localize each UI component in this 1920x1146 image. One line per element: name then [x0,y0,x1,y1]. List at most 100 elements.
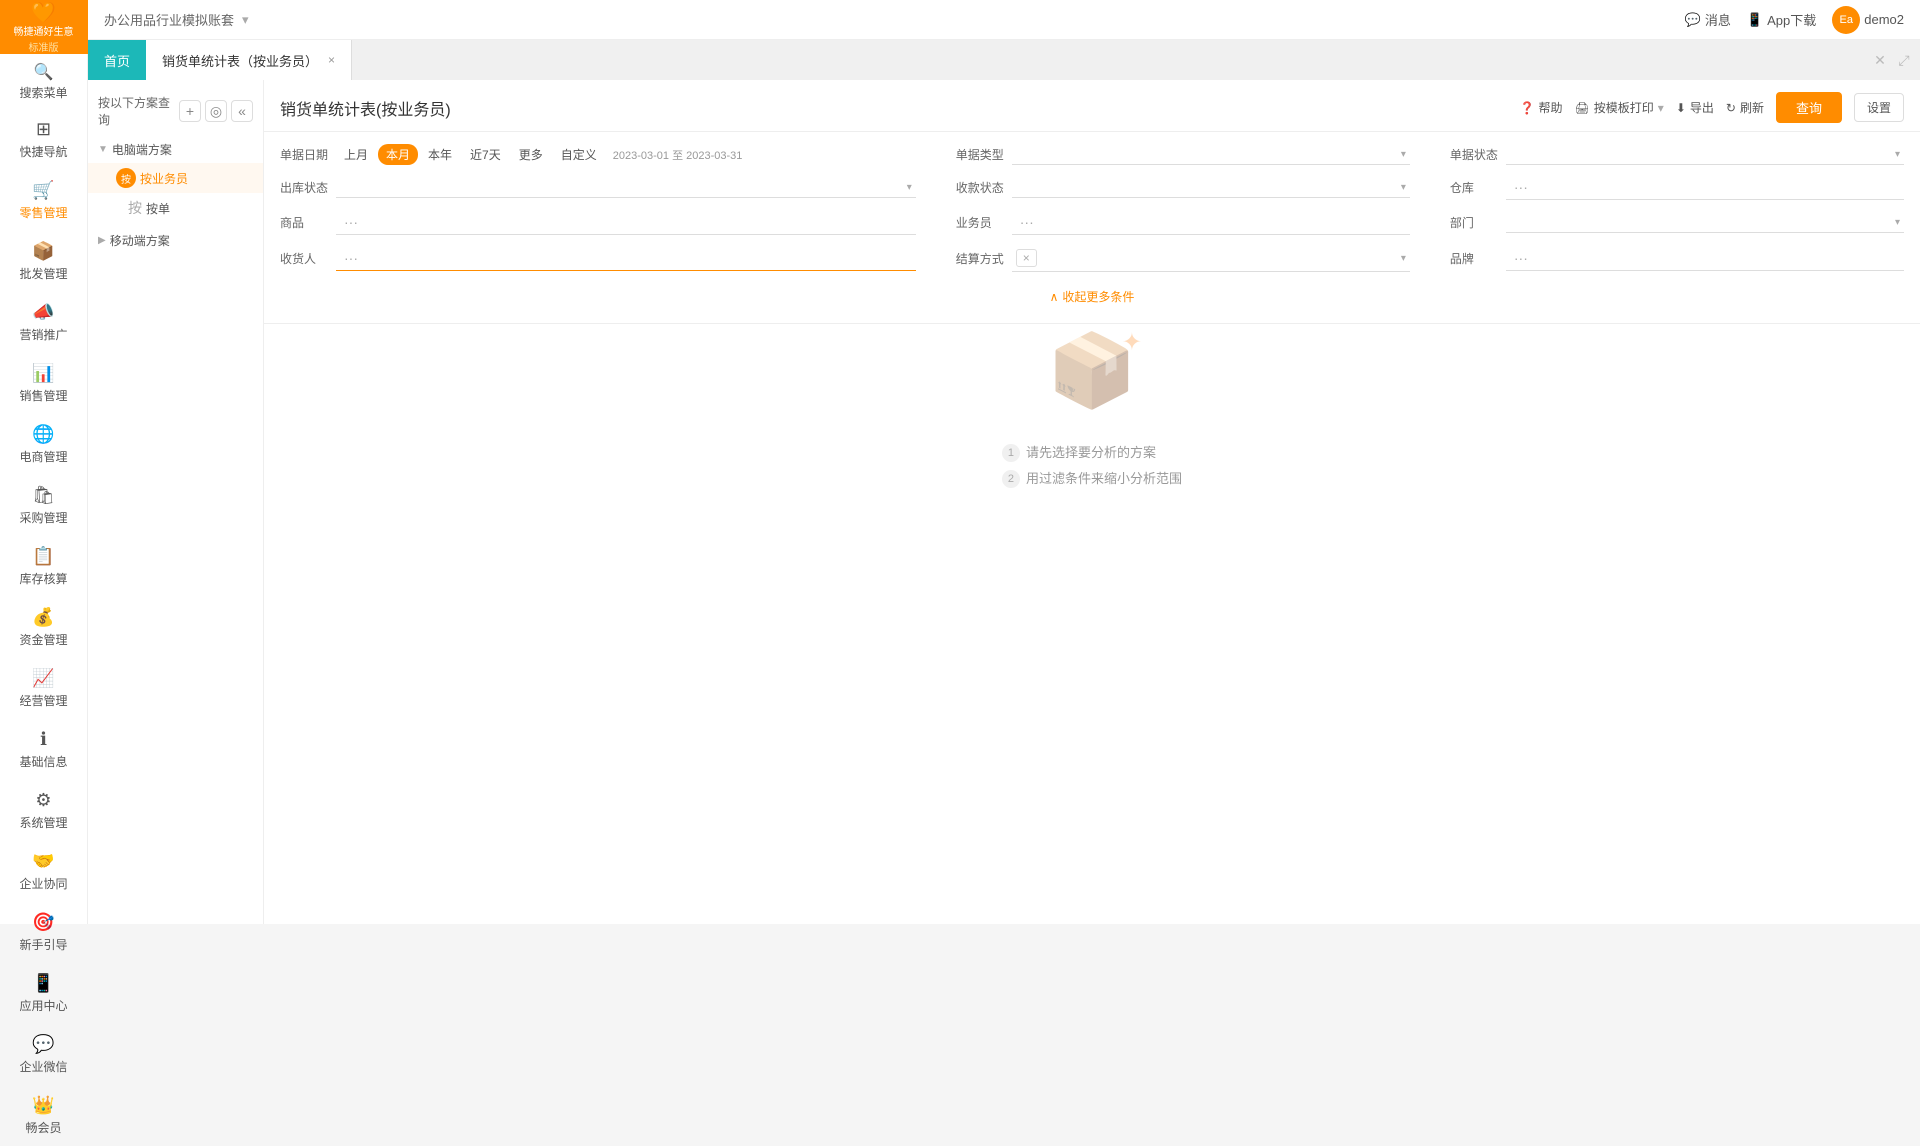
window-maximize-button[interactable]: ⤢ [1896,52,1912,68]
search-icon: 🔍 [34,62,54,82]
product-control[interactable]: ··· [336,210,916,235]
date-tab-this-year[interactable]: 本年 [420,144,460,165]
warehouse-dots[interactable]: ··· [1510,179,1532,195]
doc-type-control[interactable]: ▾ [1012,145,1410,165]
tab-active[interactable]: 销货单统计表（按业务员） × [146,40,352,80]
sidebar-item-system[interactable]: ⚙ 系统管理 [0,780,88,841]
sidebar-item-enterprise-wechat[interactable]: 💬 企业微信 [0,1024,88,1085]
sidebar-item-member[interactable]: 👑 畅会员 [0,1085,88,1146]
department-control[interactable]: ▾ [1506,213,1904,233]
date-tab-7days[interactable]: 近7天 [462,144,509,165]
empty-tips: 1 请先选择要分析的方案 2 用过滤条件来缩小分析范围 [1002,440,1182,492]
sidebar-item-basic[interactable]: ℹ 基础信息 [0,719,88,780]
basic-icon: ℹ [40,729,47,750]
sidebar-item-operations[interactable]: 📈 经营管理 [0,658,88,719]
salesperson-select[interactable]: ··· [1012,210,1410,235]
department-label: 部门 [1450,214,1506,231]
tab-home[interactable]: 首页 [88,40,146,80]
filter-section: 单据日期 上月 本月 本年 近7天 更多 自定义 [264,132,1920,324]
sales-icon: 📊 [32,363,54,384]
template-print-button[interactable]: 🖨 按模板打印 ▾ [1575,99,1664,116]
print-icon: 🖨 [1575,101,1590,115]
tree-child-salesperson[interactable]: 按 按业务员 [88,163,263,193]
salesperson-dots[interactable]: ··· [1016,214,1038,230]
print-dropdown-arrow: ▾ [1658,101,1664,115]
export-button[interactable]: ⬇ 导出 [1676,99,1714,116]
product-dots[interactable]: ··· [340,214,362,230]
tree-sub-order[interactable]: 按 按单 [88,193,263,223]
sidebar-item-label: 营销推广 [19,326,67,343]
sidebar-item-sales[interactable]: 📊 销售管理 [0,353,88,414]
sidebar-item-app-center[interactable]: 📱 应用中心 [0,963,88,1024]
warehouse-control[interactable]: ··· [1506,175,1904,200]
settlement-tag-close[interactable]: × [1023,251,1030,265]
sidebar-item-inventory[interactable]: 📋 库存核算 [0,536,88,597]
sidebar-item-marketing[interactable]: 📣 营销推广 [0,292,88,353]
tree-desktop-parent[interactable]: ▼ 电脑端方案 [88,136,263,163]
consignee-dots[interactable]: ··· [340,250,362,266]
help-icon: ❓ [1520,101,1535,115]
retail-icon: 🛒 [32,180,54,201]
settlement-label: 结算方式 [956,250,1012,267]
out-status-select[interactable]: ▾ [336,178,916,198]
settings-scheme-button[interactable]: ◎ [205,100,227,122]
tab-close-button[interactable]: × [328,53,335,67]
date-tab-this-month[interactable]: 本月 [378,144,418,165]
payment-status-control[interactable]: ▾ [1012,178,1410,198]
filter-settlement: 结算方式 × ▾ [956,245,1410,272]
out-status-control[interactable]: ▾ [336,178,916,198]
tree-mobile-parent[interactable]: ▶ 移动端方案 [88,227,263,254]
doc-status-select[interactable]: ▾ [1506,145,1904,165]
sidebar-item-ecommerce[interactable]: 🌐 电商管理 [0,414,88,475]
warehouse-select[interactable]: ··· [1506,175,1904,200]
sidebar-item-newbie[interactable]: 🎯 新手引导 [0,902,88,963]
message-icon: 💬 [1685,12,1701,28]
newbie-icon: 🎯 [32,912,54,933]
payment-status-select[interactable]: ▾ [1012,178,1410,198]
date-tab-custom[interactable]: 自定义 [553,144,605,165]
brand-control[interactable]: ··· [1506,246,1904,271]
app-download-button[interactable]: 📱 App下载 [1747,10,1816,29]
header-dropdown-arrow[interactable]: ▾ [242,12,249,28]
sidebar-item-finance[interactable]: 💰 资金管理 [0,597,88,658]
doc-status-control[interactable]: ▾ [1506,145,1904,165]
add-scheme-button[interactable]: + [179,100,201,122]
filter-row-1: 单据日期 上月 本月 本年 近7天 更多 自定义 [280,144,1904,165]
sidebar-logo: 🧡 畅捷通好生意 标准版 [0,0,88,54]
help-button[interactable]: ❓ 帮助 [1520,99,1563,116]
refresh-button[interactable]: ↻ 刷新 [1726,99,1764,116]
collapse-bar[interactable]: ∧ 收起更多条件 [280,282,1904,311]
sidebar-item-wholesale[interactable]: 📦 批发管理 [0,231,88,292]
doc-type-select[interactable]: ▾ [1012,145,1410,165]
sidebar-item-purchase[interactable]: 🛍 采购管理 [0,475,88,536]
date-picker-group: 上月 本月 本年 近7天 更多 自定义 2023-03-01 至 2023-03… [336,144,916,165]
sidebar-item-quick-nav[interactable]: ⊞ 快捷导航 [0,109,88,170]
settlement-select[interactable]: × ▾ [1012,245,1410,272]
consignee-select[interactable]: ··· [336,246,916,271]
brand-select[interactable]: ··· [1506,246,1904,271]
department-select[interactable]: ▾ [1506,213,1904,233]
settlement-control[interactable]: × ▾ [1012,245,1410,272]
settings-button[interactable]: 设置 [1854,93,1904,122]
filter-consignee: 收货人 ··· [280,246,916,271]
product-select[interactable]: ··· [336,210,916,235]
message-button[interactable]: 💬 消息 [1685,10,1731,29]
sidebar-item-enterprise[interactable]: 🤝 企业协同 [0,841,88,902]
sidebar-item-label: 批发管理 [19,265,67,282]
avatar: Ea [1832,6,1860,34]
refresh-label: 刷新 [1740,99,1764,116]
brand-dots[interactable]: ··· [1510,250,1532,266]
sidebar-search[interactable]: 🔍 搜索菜单 [19,54,67,109]
filter-row-3: 商品 ··· 业务员 [280,210,1904,235]
date-tab-last-month[interactable]: 上月 [336,144,376,165]
collapse-panel-button[interactable]: « [231,100,253,122]
salesperson-control[interactable]: ··· [1012,210,1410,235]
window-close-button[interactable]: ✕ [1872,52,1888,68]
sidebar-item-label: 系统管理 [19,814,67,831]
date-tab-more[interactable]: 更多 [511,144,551,165]
query-button[interactable]: 查询 [1776,92,1842,123]
logo-icon: 🧡 [31,0,56,25]
user-profile[interactable]: Ea demo2 [1832,6,1904,34]
sidebar-item-retail[interactable]: 🛒 零售管理 [0,170,88,231]
consignee-control[interactable]: ··· [336,246,916,271]
